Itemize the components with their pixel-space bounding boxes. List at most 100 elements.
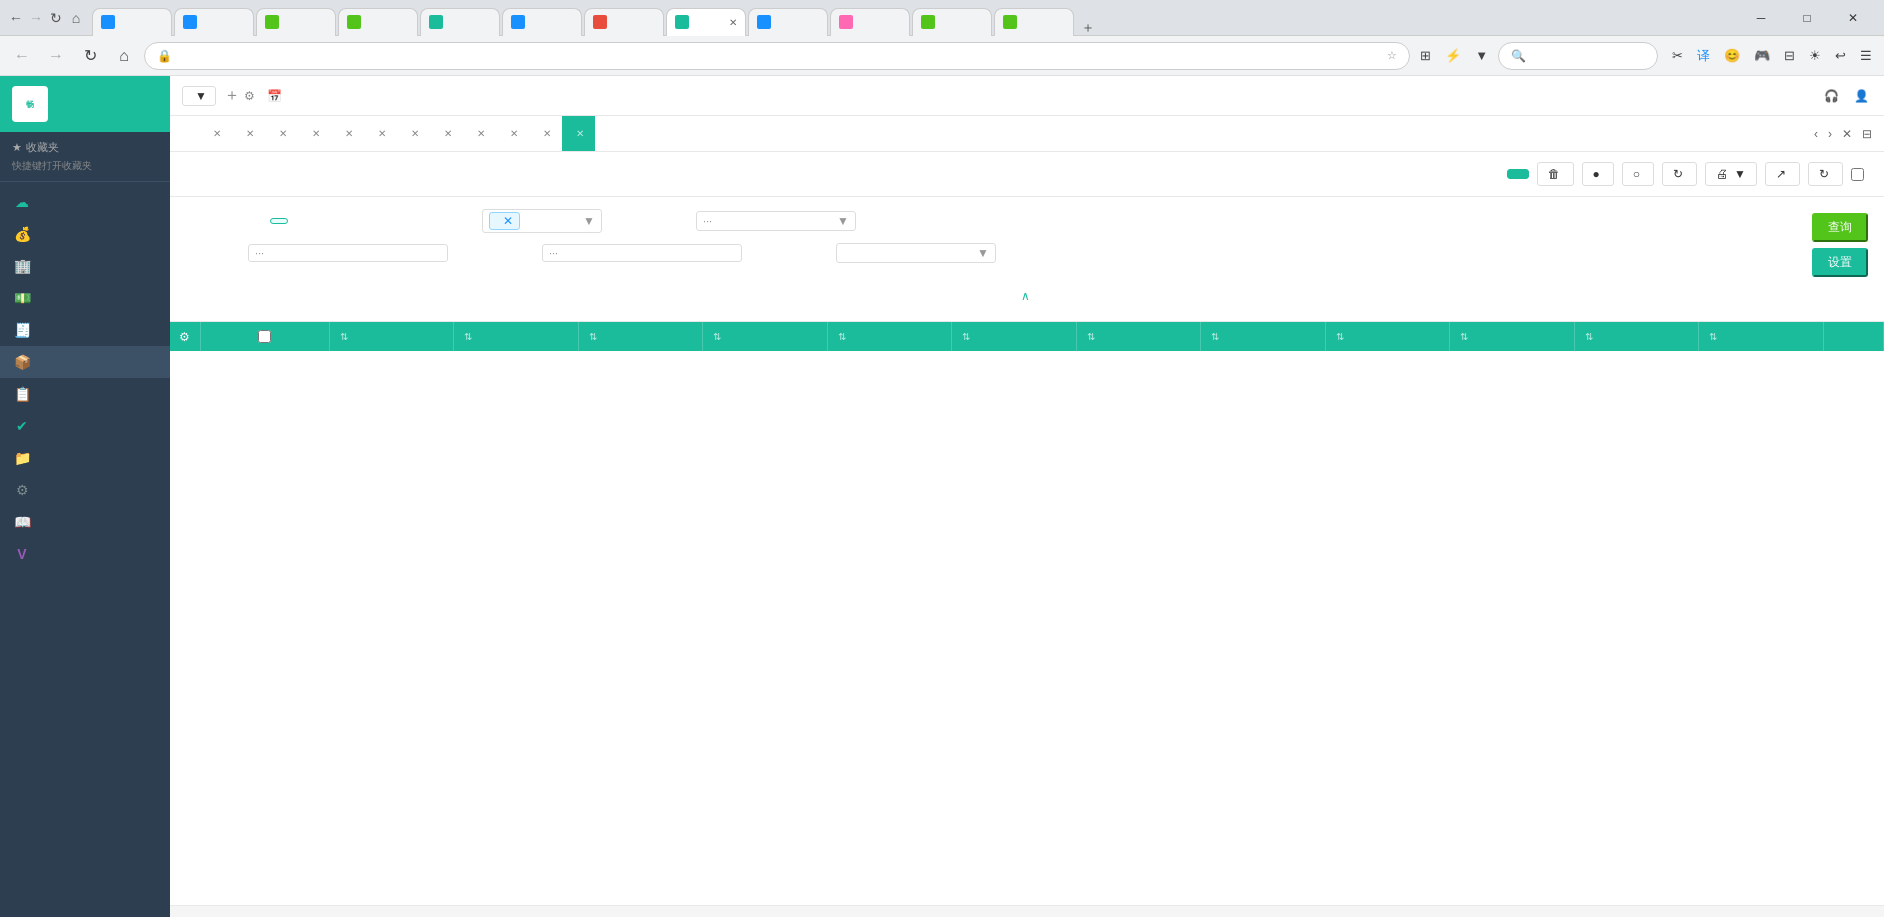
browser-tab-3[interactable] — [338, 8, 418, 36]
nav-tab-close-2[interactable]: ✕ — [246, 128, 254, 139]
company-selector[interactable]: ▼ — [182, 86, 216, 106]
more-options-icon[interactable]: ··· — [703, 215, 712, 227]
sort-disassemble-cost-icon[interactable]: ⇅ — [1087, 331, 1095, 342]
print-button[interactable]: 🖨 ▼ — [1705, 162, 1757, 186]
parent-warehouse-dropdown-icon[interactable]: ▼ — [837, 214, 849, 228]
browser-tab-2[interactable] — [256, 8, 336, 36]
sidebar-item-invoice[interactable]: 🧾 — [0, 314, 170, 346]
layout-icon[interactable]: ⊟ — [1780, 46, 1799, 65]
minimize-button[interactable]: ─ — [1738, 0, 1784, 36]
reload-button[interactable]: ↻ — [48, 10, 64, 26]
nav-tab-material-outbound-history[interactable]: ✕ — [364, 116, 397, 152]
nav-tab-assembly-history[interactable]: ✕ — [562, 116, 595, 152]
nav-tab-close-7[interactable]: ✕ — [411, 128, 419, 139]
biz-type-dropdown-icon[interactable]: ▼ — [583, 214, 595, 228]
parent-goods-more-icon[interactable]: ··· — [255, 247, 264, 259]
address-star-icon[interactable]: ☆ — [1387, 49, 1397, 62]
browser-tab-1[interactable] — [174, 8, 254, 36]
brightness-icon[interactable]: ☀ — [1805, 46, 1825, 65]
date-btn-7days[interactable] — [292, 218, 310, 224]
nav-tab-close-10[interactable]: ✕ — [510, 128, 518, 139]
tab-close-7[interactable]: ✕ — [725, 17, 737, 28]
show-detail-input[interactable] — [1851, 168, 1864, 181]
parent-warehouse-filter[interactable]: ··· ▼ — [696, 211, 856, 231]
nav-tabs-dropdown[interactable]: ⊟ — [1858, 125, 1876, 143]
nav-tab-transfer[interactable]: ✕ — [463, 116, 496, 152]
nav-tab-assembly[interactable]: ✕ — [529, 116, 562, 152]
nav-tab-material-outbound[interactable]: ✕ — [331, 116, 364, 152]
show-detail-checkbox[interactable] — [1851, 168, 1868, 181]
select-all-checkbox[interactable] — [258, 330, 271, 343]
date-btn-yesterday[interactable] — [248, 218, 266, 224]
new-tab-button[interactable]: ＋ — [1080, 20, 1096, 36]
nav-tab-product-inbound[interactable]: ✕ — [232, 116, 265, 152]
child-goods-filter[interactable]: ··· — [542, 244, 742, 262]
browser-tab-8[interactable] — [748, 8, 828, 36]
sidebar-item-account[interactable]: ✔ — [0, 410, 170, 442]
query-btn[interactable]: 查询 — [1812, 213, 1868, 242]
sort-order-status-icon[interactable]: ⇅ — [1336, 331, 1344, 342]
browser-tab-4[interactable] — [420, 8, 500, 36]
user-name-button[interactable]: 👤 — [1854, 89, 1872, 103]
abandon-button[interactable]: ○ — [1622, 162, 1654, 186]
date-btn-custom[interactable] — [358, 218, 376, 224]
table-settings-icon[interactable]: ⚙ — [179, 330, 190, 344]
browser-tab-7[interactable]: ✕ — [666, 8, 746, 36]
sidebar-item-fund[interactable]: 💰 — [0, 218, 170, 250]
nav-tab-outbound[interactable]: ✕ — [397, 116, 430, 152]
sort-unit-icon[interactable]: ⇅ — [1709, 331, 1717, 342]
nav-tabs-close-all[interactable]: ✕ — [1838, 125, 1856, 143]
sort-handler-icon[interactable]: ⇅ — [962, 331, 970, 342]
nav-tab-close-5[interactable]: ✕ — [345, 128, 353, 139]
close-button[interactable]: ✕ — [1830, 0, 1876, 36]
maximize-button[interactable]: □ — [1784, 0, 1830, 36]
col-settings[interactable]: ⚙ — [170, 322, 200, 351]
review-button[interactable]: ● — [1582, 162, 1614, 186]
sort-type-icon[interactable]: ⇅ — [340, 331, 348, 342]
nav-tab-close-11[interactable]: ✕ — [543, 128, 551, 139]
nav-tab-close-12[interactable]: ✕ — [576, 128, 584, 139]
settings-btn[interactable]: 设置 — [1812, 248, 1868, 277]
sidebar-item-archive[interactable]: 📁 — [0, 442, 170, 474]
sort-date-icon[interactable]: ⇅ — [464, 331, 472, 342]
game-icon[interactable]: 🎮 — [1750, 46, 1774, 65]
nav-back-button[interactable]: ← — [8, 42, 36, 70]
nav-tab-outbound-history[interactable]: ✕ — [430, 116, 463, 152]
nav-tab-close-4[interactable]: ✕ — [312, 128, 320, 139]
browser-tab-5[interactable] — [502, 8, 582, 36]
sidebar-item-fixed-assets[interactable]: 🏢 — [0, 250, 170, 282]
nav-tab-close-6[interactable]: ✕ — [378, 128, 386, 139]
recalc-button[interactable]: ↻ — [1662, 162, 1697, 186]
sort-biz-type-icon[interactable]: ⇅ — [713, 331, 721, 342]
sort-cost-diff-icon[interactable]: ⇅ — [1211, 331, 1219, 342]
browser-tab-10[interactable] — [912, 8, 992, 36]
sidebar-item-tax[interactable]: 📋 — [0, 378, 170, 410]
nav-tab-close-8[interactable]: ✕ — [444, 128, 452, 139]
add-icon[interactable]: ＋ — [224, 85, 240, 106]
date-btn-more[interactable] — [336, 218, 354, 224]
nav-tab-transfer-history[interactable]: ✕ — [496, 116, 529, 152]
menu-icon[interactable]: ☰ — [1856, 46, 1876, 65]
nav-reload-button[interactable]: ↻ — [76, 42, 104, 70]
browser-tab-9[interactable] — [830, 8, 910, 36]
forward-button[interactable]: → — [28, 10, 44, 26]
home-button[interactable]: ⌂ — [68, 10, 84, 26]
sidebar-item-salary[interactable]: 💵 — [0, 282, 170, 314]
new-button[interactable] — [1507, 169, 1529, 179]
order-status-filter[interactable]: ▼ — [836, 243, 996, 263]
back-button[interactable]: ← — [8, 10, 24, 26]
child-goods-more-icon[interactable]: ··· — [549, 247, 558, 259]
nav-tab-inbound[interactable]: ✕ — [265, 116, 298, 152]
biz-type-tag-close[interactable]: ✕ — [503, 214, 513, 228]
parent-goods-filter[interactable]: ··· — [248, 244, 448, 262]
emoji-icon[interactable]: 😊 — [1720, 46, 1744, 65]
date-btn-today[interactable] — [270, 218, 288, 224]
search-bar[interactable]: 🔍 — [1498, 42, 1658, 70]
user-service-button[interactable]: 🎧 — [1824, 89, 1842, 103]
export-button[interactable]: ↗ — [1765, 162, 1800, 186]
settings-gear-icon[interactable]: ⚙ — [244, 89, 255, 103]
favorites-title[interactable]: ★ 收藏夹 — [12, 140, 158, 155]
browser-tab-6[interactable] — [584, 8, 664, 36]
calendar-icon[interactable]: 📅 — [267, 89, 282, 103]
nav-tabs-left-arrow[interactable]: ‹ — [1810, 125, 1822, 143]
